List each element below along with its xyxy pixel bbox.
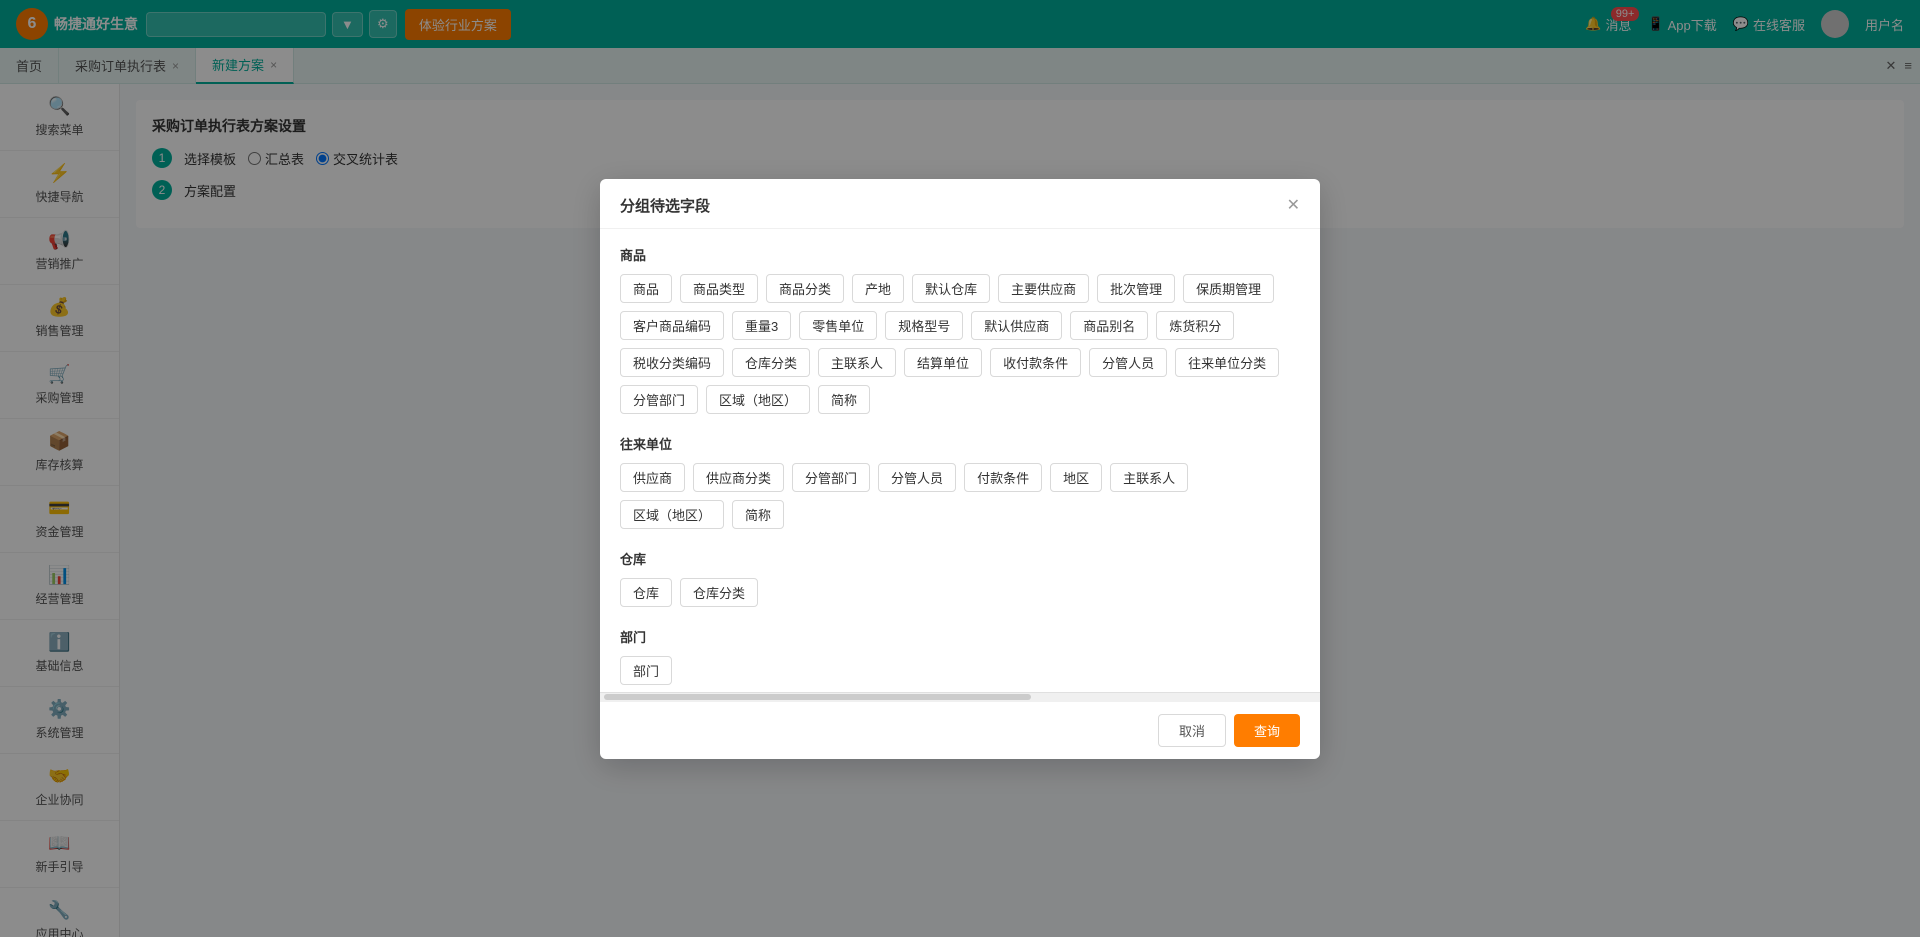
modal-header: 分组待选字段 ✕	[600, 179, 1320, 229]
field-tag-expiry-mgmt[interactable]: 保质期管理	[1183, 274, 1274, 303]
section-warehouse: 仓库 仓库 仓库分类	[620, 549, 1300, 607]
field-tag-department[interactable]: 部门	[620, 656, 672, 685]
field-tag-partner-abbr[interactable]: 简称	[732, 500, 784, 529]
field-select-modal: 分组待选字段 ✕ 商品 商品 商品类型 商品分类 产地 默认仓库 主要供应商 批…	[600, 179, 1320, 759]
section-partner-tags: 供应商 供应商分类 分管部门 分管人员 付款条件 地区 主联系人 区域（地区） …	[620, 463, 1300, 529]
cancel-button[interactable]: 取消	[1158, 714, 1226, 747]
section-product-tags: 商品 商品类型 商品分类 产地 默认仓库 主要供应商 批次管理 保质期管理 客户…	[620, 274, 1300, 414]
field-tag-supervisor[interactable]: 分管人员	[1089, 348, 1167, 377]
field-tag-customer-code[interactable]: 客户商品编码	[620, 311, 724, 340]
section-partner: 往来单位 供应商 供应商分类 分管部门 分管人员 付款条件 地区 主联系人 区域…	[620, 434, 1300, 529]
field-tag-partner-payment[interactable]: 付款条件	[964, 463, 1042, 492]
field-tag-partner-dept[interactable]: 分管部门	[792, 463, 870, 492]
field-tag-product[interactable]: 商品	[620, 274, 672, 303]
modal-title: 分组待选字段	[620, 195, 710, 216]
modal-body: 商品 商品 商品类型 商品分类 产地 默认仓库 主要供应商 批次管理 保质期管理…	[600, 229, 1320, 693]
field-tag-wh-category[interactable]: 仓库分类	[680, 578, 758, 607]
field-tag-main-contact[interactable]: 主联系人	[818, 348, 896, 377]
field-tag-product-type[interactable]: 商品类型	[680, 274, 758, 303]
modal-footer: 取消 查询	[600, 701, 1320, 759]
field-tag-partner-region[interactable]: 地区	[1050, 463, 1102, 492]
section-product-title: 商品	[620, 245, 1300, 264]
field-tag-partner-area[interactable]: 区域（地区）	[620, 500, 724, 529]
section-warehouse-tags: 仓库 仓库分类	[620, 578, 1300, 607]
field-tag-tax-code[interactable]: 税收分类编码	[620, 348, 724, 377]
field-tag-weight3[interactable]: 重量3	[732, 311, 791, 340]
field-tag-partner-contact[interactable]: 主联系人	[1110, 463, 1188, 492]
field-tag-warehouse[interactable]: 仓库	[620, 578, 672, 607]
hscroll-thumb[interactable]	[604, 694, 1031, 700]
section-warehouse-title: 仓库	[620, 549, 1300, 568]
section-department-title: 部门	[620, 627, 1300, 646]
section-department-tags: 部门	[620, 656, 1300, 685]
field-tag-spec-model[interactable]: 规格型号	[885, 311, 963, 340]
field-tag-dept[interactable]: 分管部门	[620, 385, 698, 414]
modal-horizontal-scrollbar[interactable]	[600, 692, 1320, 700]
modal-close-btn[interactable]: ✕	[1287, 195, 1300, 215]
modal-overlay: 分组待选字段 ✕ 商品 商品 商品类型 商品分类 产地 默认仓库 主要供应商 批…	[0, 0, 1920, 937]
field-tag-supplier-category[interactable]: 供应商分类	[693, 463, 784, 492]
field-tag-partner-category[interactable]: 往来单位分类	[1175, 348, 1279, 377]
section-product: 商品 商品 商品类型 商品分类 产地 默认仓库 主要供应商 批次管理 保质期管理…	[620, 245, 1300, 414]
field-tag-payment-terms[interactable]: 收付款条件	[990, 348, 1081, 377]
field-tag-partner-supervisor[interactable]: 分管人员	[878, 463, 956, 492]
section-partner-title: 往来单位	[620, 434, 1300, 453]
field-tag-product-category[interactable]: 商品分类	[766, 274, 844, 303]
field-tag-default-supplier[interactable]: 默认供应商	[971, 311, 1062, 340]
field-tag-default-warehouse[interactable]: 默认仓库	[912, 274, 990, 303]
field-tag-product-alias[interactable]: 商品别名	[1070, 311, 1148, 340]
section-department: 部门 部门	[620, 627, 1300, 685]
field-tag-region[interactable]: 区域（地区）	[706, 385, 810, 414]
field-tag-supplier[interactable]: 供应商	[620, 463, 685, 492]
field-tag-main-supplier[interactable]: 主要供应商	[998, 274, 1089, 303]
field-tag-batch-mgmt[interactable]: 批次管理	[1097, 274, 1175, 303]
field-tag-abbr[interactable]: 简称	[818, 385, 870, 414]
field-tag-warehouse-category[interactable]: 仓库分类	[732, 348, 810, 377]
field-tag-origin[interactable]: 产地	[852, 274, 904, 303]
confirm-button[interactable]: 查询	[1234, 714, 1300, 747]
field-tag-settlement-unit[interactable]: 结算单位	[904, 348, 982, 377]
field-tag-retail-unit[interactable]: 零售单位	[799, 311, 877, 340]
field-tag-refine-points[interactable]: 炼货积分	[1156, 311, 1234, 340]
